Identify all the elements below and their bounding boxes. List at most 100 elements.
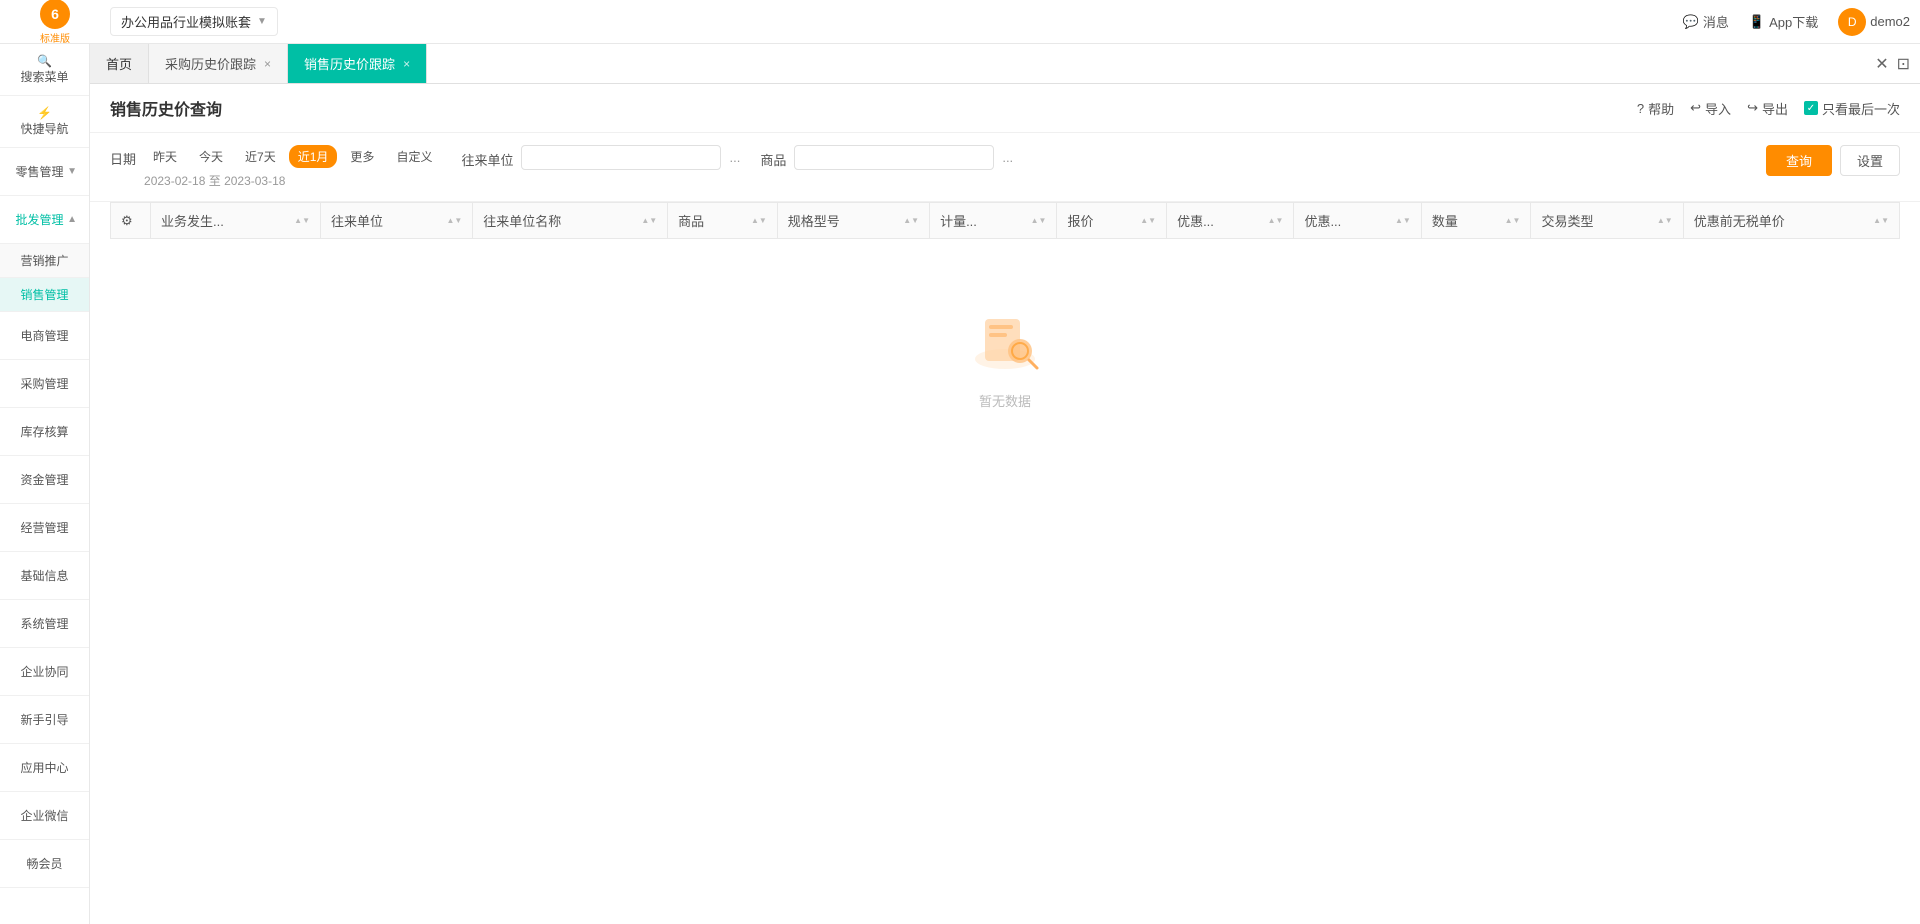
col-trade-type-label: 交易类型 — [1541, 211, 1593, 230]
sidebar-sub-marketing[interactable]: 营销推广 — [0, 244, 89, 278]
sort-arrows-quantity: ▲▼ — [1505, 217, 1521, 225]
col-unit[interactable]: 计量... ▲▼ — [930, 203, 1057, 239]
sidebar-sub-sales[interactable]: 销售管理 — [0, 278, 89, 312]
col-quantity-label: 数量 — [1432, 211, 1458, 230]
col-discount1-label: 优惠... — [1177, 211, 1214, 230]
sidebar-item-basic[interactable]: 基础信息 — [0, 552, 89, 600]
col-pretax-price[interactable]: 优惠前无税单价 ▲▼ — [1683, 203, 1899, 239]
col-quantity[interactable]: 数量 ▲▼ — [1421, 203, 1531, 239]
sidebar-marketing-label: 营销推广 — [20, 254, 68, 268]
tab-home[interactable]: 首页 — [90, 44, 149, 83]
data-table: ⚙ 业务发生... ▲▼ 往来单位 — [110, 202, 1900, 239]
date-options-group: 昨天 今天 近7天 近1月 更多 自定义 2023-02-18 至 2023-0… — [144, 145, 441, 189]
sidebar-item-search[interactable]: 🔍 搜索菜单 — [0, 44, 89, 96]
sidebar-item-inventory[interactable]: 库存核算 — [0, 408, 89, 456]
import-icon: ↩ — [1690, 100, 1701, 116]
date-range-text: 2023-02-18 至 2023-03-18 — [144, 172, 441, 189]
tab-purchase-close-icon[interactable]: × — [264, 57, 271, 71]
page-title: 销售历史价查询 — [110, 96, 222, 120]
sort-arrows-discount2: ▲▼ — [1395, 217, 1411, 225]
date-filter-label: 日期 — [110, 149, 136, 168]
user-avatar-area[interactable]: D demo2 — [1838, 8, 1910, 36]
goods-dots-button[interactable]: ... — [1002, 150, 1013, 165]
goods-filter-group: 商品 ... — [760, 145, 1013, 170]
empty-icon — [965, 299, 1045, 379]
col-goods[interactable]: 商品 ▲▼ — [668, 203, 778, 239]
sort-arrows-trade-type: ▲▼ — [1657, 217, 1673, 225]
date-btn-today[interactable]: 今天 — [190, 145, 232, 168]
col-partner-name[interactable]: 往来单位名称 ▲▼ — [473, 203, 668, 239]
logo-text: 标准版 — [40, 30, 70, 45]
partner-input[interactable] — [521, 145, 721, 170]
sidebar-item-finance[interactable]: 资金管理 — [0, 456, 89, 504]
partner-filter-label: 往来单位 — [461, 150, 513, 169]
workspace-arrow-icon: ▼ — [257, 16, 267, 27]
sort-arrows-spec: ▲▼ — [903, 217, 919, 225]
help-label: 帮助 — [1648, 99, 1674, 118]
sidebar-item-enterprise[interactable]: 企业协同 — [0, 648, 89, 696]
close-window-icon[interactable]: ✕ — [1875, 54, 1888, 74]
tab-purchase-history[interactable]: 采购历史价跟踪 × — [149, 44, 288, 83]
col-trade-type[interactable]: 交易类型 ▲▼ — [1531, 203, 1683, 239]
date-btn-1month[interactable]: 近1月 — [289, 145, 338, 168]
sidebar-item-operation[interactable]: 经营管理 — [0, 504, 89, 552]
tabs-right: ✕ ⊡ — [1865, 44, 1920, 83]
quick-nav-icon: ⚡ — [37, 106, 52, 120]
tab-home-label: 首页 — [106, 54, 132, 73]
export-button[interactable]: ↪ 导出 — [1747, 99, 1788, 118]
message-icon: 💬 — [1683, 14, 1699, 30]
tab-purchase-label: 采购历史价跟踪 — [165, 54, 256, 73]
help-button[interactable]: ? 帮助 — [1637, 99, 1674, 118]
import-label: 导入 — [1705, 99, 1731, 118]
table-settings-icon[interactable]: ⚙ — [121, 213, 133, 228]
date-btn-7days[interactable]: 近7天 — [236, 145, 285, 168]
page-content: 销售历史价查询 ? 帮助 ↩ 导入 ↪ 导出 ✓ — [90, 84, 1920, 924]
app-download-button[interactable]: 📱 App下载 — [1749, 12, 1818, 31]
table-header-row: ⚙ 业务发生... ▲▼ 往来单位 — [111, 203, 1900, 239]
sidebar-item-appcenter[interactable]: 应用中心 — [0, 744, 89, 792]
empty-state: 暂无数据 — [110, 239, 1900, 470]
query-button[interactable]: 查询 — [1766, 145, 1832, 176]
sidebar-operation-label: 经营管理 — [20, 519, 68, 536]
sidebar-item-ecom[interactable]: 电商管理 — [0, 312, 89, 360]
sort-arrows-pretax-price: ▲▼ — [1873, 217, 1889, 225]
sidebar-search-label: 搜索菜单 — [20, 68, 68, 85]
sidebar-item-member[interactable]: 畅会员 — [0, 840, 89, 888]
col-discount1[interactable]: 优惠... ▲▼ — [1167, 203, 1294, 239]
sidebar-item-retail[interactable]: 零售管理 ▼ — [0, 148, 89, 196]
message-button[interactable]: 💬 消息 — [1683, 12, 1729, 31]
col-price[interactable]: 报价 ▲▼ — [1057, 203, 1167, 239]
tab-sales-close-icon[interactable]: × — [403, 57, 410, 71]
col-biz-date[interactable]: 业务发生... ▲▼ — [151, 203, 321, 239]
date-btn-custom[interactable]: 自定义 — [387, 145, 441, 168]
avatar: D — [1838, 8, 1866, 36]
tabs-bar: 首页 采购历史价跟踪 × 销售历史价跟踪 × ✕ ⊡ — [90, 44, 1920, 84]
retail-arrow-icon: ▼ — [67, 166, 77, 177]
partner-dots-button[interactable]: ... — [729, 150, 740, 165]
goods-input[interactable] — [794, 145, 994, 170]
tab-sales-history[interactable]: 销售历史价跟踪 × — [288, 44, 427, 83]
col-partner-code[interactable]: 往来单位 ▲▼ — [321, 203, 473, 239]
sidebar-item-wechat[interactable]: 企业微信 — [0, 792, 89, 840]
date-btn-more[interactable]: 更多 — [341, 145, 383, 168]
setting-button[interactable]: 设置 — [1840, 145, 1900, 176]
sidebar-item-purchase[interactable]: 采购管理 — [0, 360, 89, 408]
partner-filter-group: 往来单位 ... — [461, 145, 740, 170]
page-actions: ? 帮助 ↩ 导入 ↪ 导出 ✓ 只看最后一次 — [1637, 99, 1900, 118]
col-spec[interactable]: 规格型号 ▲▼ — [777, 203, 929, 239]
only-last-checkbox[interactable]: ✓ 只看最后一次 — [1804, 99, 1900, 118]
date-btn-yesterday[interactable]: 昨天 — [144, 145, 186, 168]
maximize-window-icon[interactable]: ⊡ — [1897, 54, 1910, 74]
workspace-selector[interactable]: 办公用品行业模拟账套 ▼ — [110, 7, 278, 36]
sidebar-item-quick-nav[interactable]: ⚡ 快捷导航 — [0, 96, 89, 148]
content-area: 首页 采购历史价跟踪 × 销售历史价跟踪 × ✕ ⊡ 销售历史价查询 — [90, 44, 1920, 924]
import-button[interactable]: ↩ 导入 — [1690, 99, 1731, 118]
export-icon: ↪ — [1747, 100, 1758, 116]
sidebar-item-wholesale[interactable]: 批发管理 ▲ — [0, 196, 89, 244]
sidebar-beginner-label: 新手引导 — [20, 711, 68, 728]
col-settings[interactable]: ⚙ — [111, 203, 151, 239]
sidebar-item-beginner[interactable]: 新手引导 — [0, 696, 89, 744]
sidebar-enterprise-label: 企业协同 — [20, 663, 68, 680]
sidebar-item-system[interactable]: 系统管理 — [0, 600, 89, 648]
col-discount2[interactable]: 优惠... ▲▼ — [1294, 203, 1421, 239]
